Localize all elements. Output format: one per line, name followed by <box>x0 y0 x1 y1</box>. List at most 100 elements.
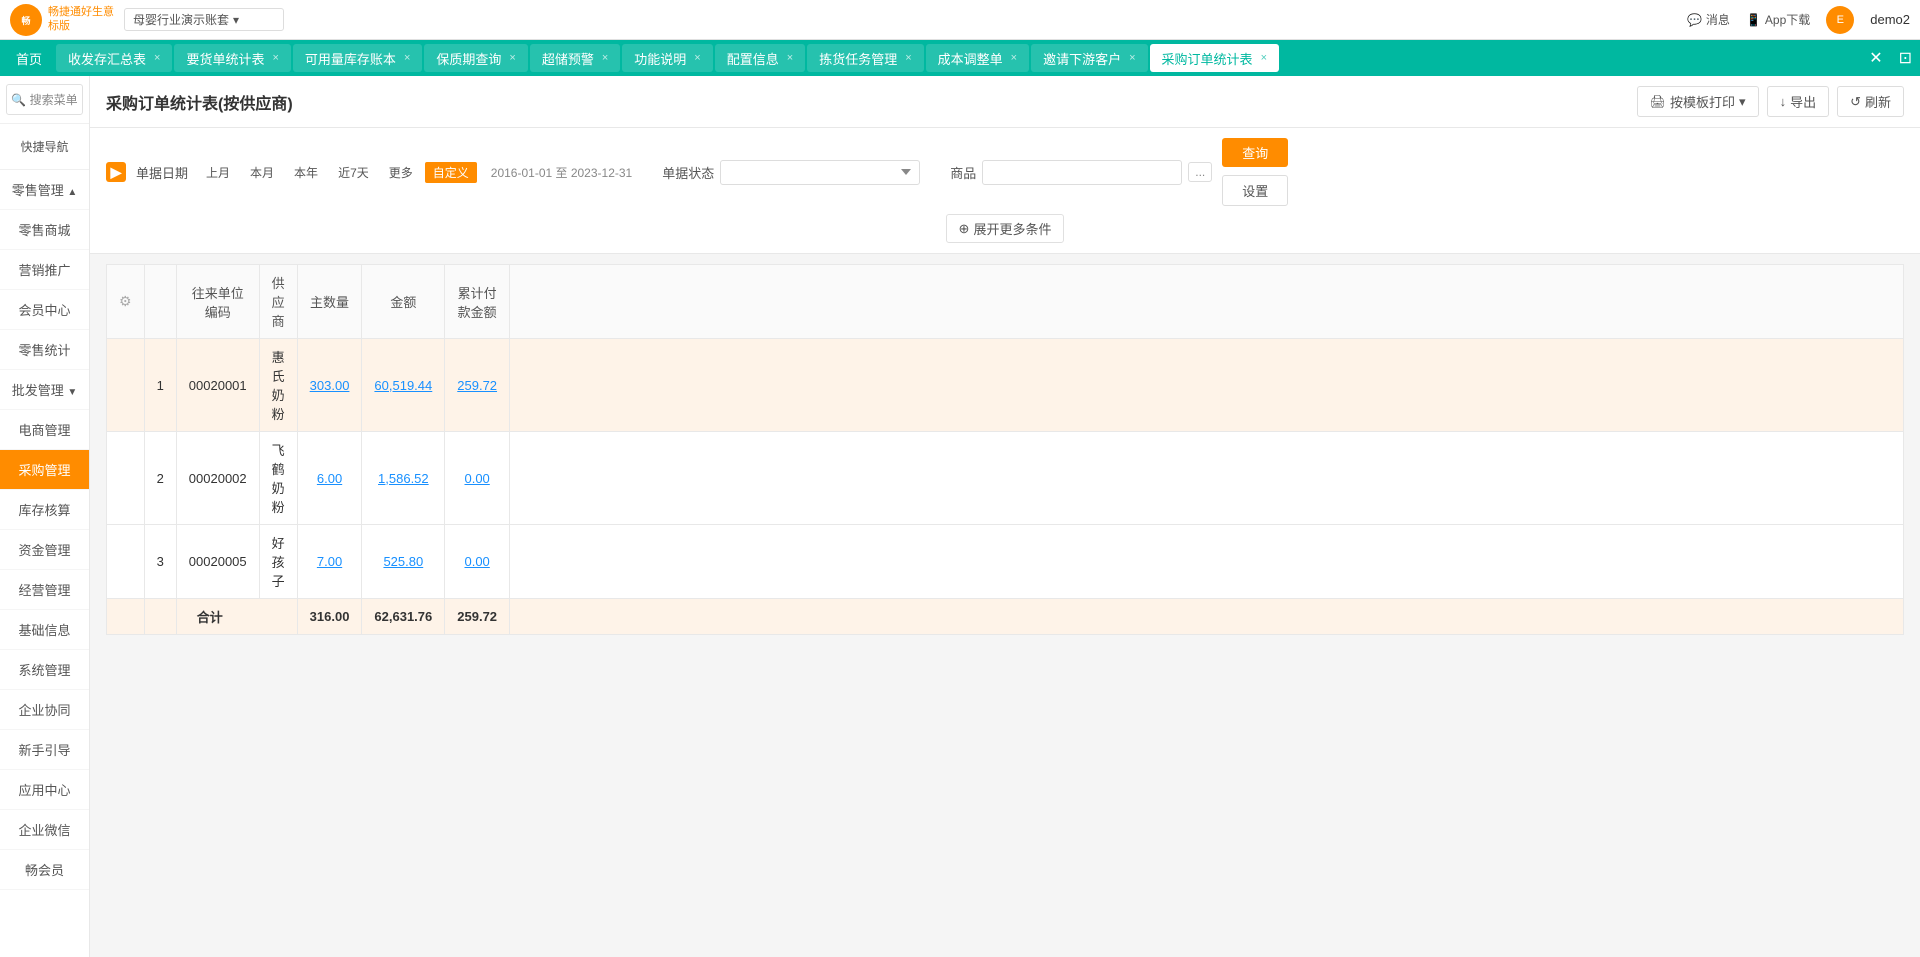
logo-area: 畅 畅捷通好生意 标版 <box>10 4 114 36</box>
refresh-btn[interactable]: ↺ 刷新 <box>1837 86 1904 117</box>
row-settings <box>107 339 145 432</box>
row-index: 3 <box>144 525 176 599</box>
message-btn[interactable]: 💬 消息 <box>1687 11 1730 28</box>
sidebar-item-member-center[interactable]: 会员中心 <box>0 290 89 330</box>
sidebar-item-retail-stats[interactable]: 零售统计 <box>0 330 89 370</box>
row-supplier: 飞鹤奶粉 <box>259 432 297 525</box>
quick-nav-btn[interactable]: 快捷导航 <box>6 132 83 161</box>
shortcut-7days[interactable]: 近7天 <box>330 162 377 183</box>
tab-purchase-order-summary[interactable]: 采购订单统计表 × <box>1150 44 1279 72</box>
expand-more-btn[interactable]: ⊕ 展开更多条件 <box>946 214 1065 243</box>
shortcut-more[interactable]: 更多 <box>381 162 421 183</box>
sidebar-item-operation-mgmt[interactable]: 经营管理 <box>0 570 89 610</box>
export-btn[interactable]: ↓ 导出 <box>1767 86 1830 117</box>
search-menu-btn[interactable]: 🔍 搜索菜单 <box>6 84 83 115</box>
sidebar-item-enterprise-collab[interactable]: 企业协同 <box>0 690 89 730</box>
shortcut-this-month[interactable]: 本月 <box>242 162 282 183</box>
sidebar-item-new-guide[interactable]: 新手引导 <box>0 730 89 770</box>
sidebar-item-enterprise-wechat[interactable]: 企业微信 <box>0 810 89 850</box>
row-main-qty[interactable]: 7.00 <box>297 525 362 599</box>
tab-purchase-summary[interactable]: 要货单统计表 × <box>174 44 290 72</box>
tab-invite-downstream[interactable]: 邀请下游客户 × <box>1031 44 1147 72</box>
filter-collapse-btn[interactable]: ▶ <box>106 162 126 182</box>
tab-close-icon[interactable]: × <box>602 52 608 64</box>
tab-close-icon[interactable]: × <box>404 52 410 64</box>
sidebar-item-member[interactable]: 畅会员 <box>0 850 89 890</box>
row-supplier: 好孩子 <box>259 525 297 599</box>
tab-receive-summary[interactable]: 收发存汇总表 × <box>56 44 172 72</box>
tab-close-icon[interactable]: × <box>509 52 515 64</box>
tab-config-info[interactable]: 配置信息 × <box>715 44 805 72</box>
nav-right-btns: ✕ ⊡ <box>1865 48 1916 68</box>
row-main-qty[interactable]: 303.00 <box>297 339 362 432</box>
row-paid-amount[interactable]: 259.72 <box>445 339 510 432</box>
row-unit-code: 00020001 <box>176 339 259 432</box>
tab-function-desc[interactable]: 功能说明 × <box>622 44 712 72</box>
row-paid-amount[interactable]: 0.00 <box>445 525 510 599</box>
expand-more-row: ⊕ 展开更多条件 <box>106 214 1904 243</box>
tab-close-all-icon[interactable]: ✕ <box>1865 48 1886 68</box>
sidebar-item-retail-store[interactable]: 零售商城 <box>0 210 89 250</box>
expand-icon: ▲ <box>67 187 77 198</box>
settings-btn[interactable]: 设置 <box>1222 175 1288 206</box>
tab-cost-adjust[interactable]: 成本调整单 × <box>926 44 1029 72</box>
sidebar-item-basic-info[interactable]: 基础信息 <box>0 610 89 650</box>
tab-close-icon[interactable]: × <box>905 52 911 64</box>
username[interactable]: demo2 <box>1870 12 1910 27</box>
print-btn[interactable]: 🖨 按模板打印 ▾ <box>1637 86 1759 117</box>
filter-row-main: ▶ 单据日期 上月 本月 本年 近7天 更多 自定义 2016-01-01 至 … <box>106 138 1904 206</box>
logo-text: 畅捷通好生意 标版 <box>48 6 114 32</box>
row-amount[interactable]: 60,519.44 <box>362 339 445 432</box>
row-amount[interactable]: 1,586.52 <box>362 432 445 525</box>
tab-available-stock[interactable]: 可用量库存账本 × <box>293 44 422 72</box>
col-header-paid-amount: 累计付款金额 <box>445 265 510 339</box>
sidebar-item-retail-mgmt[interactable]: 零售管理 ▲ <box>0 170 89 210</box>
shortcut-last-month[interactable]: 上月 <box>198 162 238 183</box>
tab-close-icon[interactable]: × <box>1011 52 1017 64</box>
shortcut-this-year[interactable]: 本年 <box>286 162 326 183</box>
tab-close-icon[interactable]: × <box>1129 52 1135 64</box>
status-filter: 单据状态 <box>662 160 920 185</box>
sidebar-item-inventory-check[interactable]: 库存核算 <box>0 490 89 530</box>
search-icon: 🔍 <box>11 93 26 107</box>
status-select[interactable] <box>720 160 920 185</box>
row-index: 2 <box>144 432 176 525</box>
tab-home[interactable]: 首页 <box>4 44 54 72</box>
tab-close-icon[interactable]: × <box>272 52 278 64</box>
workspace-selector[interactable]: 母婴行业演示账套 ▾ <box>124 8 284 31</box>
export-icon: ↓ <box>1780 94 1787 109</box>
goods-input[interactable] <box>982 160 1182 185</box>
tab-expiry-query[interactable]: 保质期查询 × <box>424 44 527 72</box>
row-amount[interactable]: 525.80 <box>362 525 445 599</box>
table-settings-icon[interactable]: ⚙ <box>119 293 132 309</box>
date-shortcuts: 上月 本月 本年 近7天 更多 自定义 <box>198 162 477 183</box>
tab-close-icon[interactable]: × <box>1261 52 1267 64</box>
sidebar-item-finance-mgmt[interactable]: 资金管理 <box>0 530 89 570</box>
sidebar-item-app-center[interactable]: 应用中心 <box>0 770 89 810</box>
app-download-btn[interactable]: 📱 App下载 <box>1746 11 1810 28</box>
sidebar-item-system-mgmt[interactable]: 系统管理 <box>0 650 89 690</box>
tab-restore-icon[interactable]: ⊡ <box>1895 48 1916 68</box>
filter-bar: ▶ 单据日期 上月 本月 本年 近7天 更多 自定义 2016-01-01 至 … <box>90 128 1920 254</box>
row-main-qty[interactable]: 6.00 <box>297 432 362 525</box>
goods-filter-label: 商品 <box>950 163 976 182</box>
custom-date-badge[interactable]: 自定义 <box>425 162 477 183</box>
row-paid-amount[interactable]: 0.00 <box>445 432 510 525</box>
tab-picking-task[interactable]: 拣货任务管理 × <box>807 44 923 72</box>
sidebar-item-purchase-mgmt[interactable]: 采购管理 <box>0 450 89 490</box>
sidebar-item-wholesale-mgmt[interactable]: 批发管理 ▼ <box>0 370 89 410</box>
tab-close-icon[interactable]: × <box>694 52 700 64</box>
tab-close-icon[interactable]: × <box>154 52 160 64</box>
table-row: 1 00020001 惠氏奶粉 303.00 60,519.44 259.72 <box>107 339 1904 432</box>
sidebar-item-ecommerce-mgmt[interactable]: 电商管理 <box>0 410 89 450</box>
tab-overstock-warning[interactable]: 超储预警 × <box>530 44 620 72</box>
sidebar-item-marketing[interactable]: 营销推广 <box>0 250 89 290</box>
message-icon: 💬 <box>1687 13 1702 27</box>
query-btn[interactable]: 查询 <box>1222 138 1288 167</box>
refresh-icon: ↺ <box>1850 94 1861 110</box>
expand-icon: ▼ <box>67 387 77 398</box>
goods-more-btn[interactable]: ... <box>1188 162 1212 182</box>
footer-label: 合计 <box>176 599 297 635</box>
footer-paid-amount: 259.72 <box>445 599 510 635</box>
tab-close-icon[interactable]: × <box>787 52 793 64</box>
